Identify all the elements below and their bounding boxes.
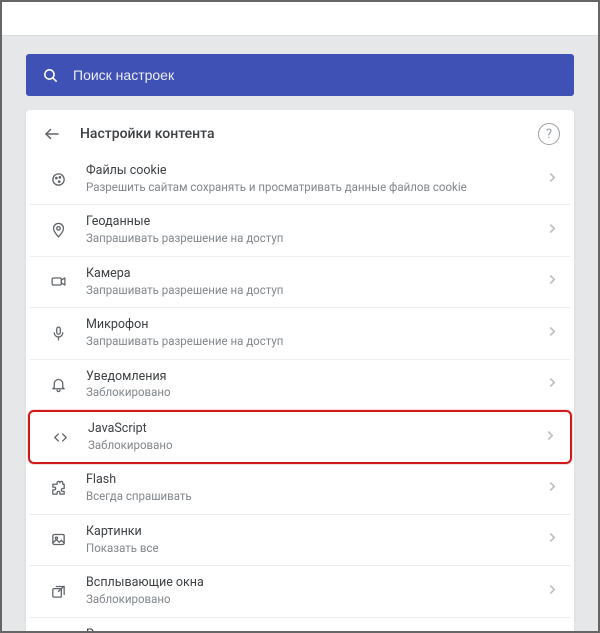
settings-row-code[interactable]: JavaScript Заблокировано: [28, 410, 572, 464]
row-title: Картинки: [86, 524, 541, 541]
row-subtitle: Запрашивать разрешение на доступ: [86, 283, 541, 299]
row-subtitle: Разрешить сайтам сохранять и просматрива…: [86, 180, 541, 196]
chevron-right-icon: [549, 172, 556, 187]
row-subtitle: Запрашивать разрешение на доступ: [86, 231, 541, 247]
settings-row-puzzle[interactable]: Flash Всегда спрашивать: [30, 463, 570, 514]
row-title: Flash: [86, 472, 541, 489]
row-title: Уведомления: [86, 369, 541, 386]
row-subtitle: Запрашивать разрешение на доступ: [86, 334, 541, 350]
row-text: Реклама Заблокировано на сайтах, на кото…: [86, 627, 541, 631]
row-text: Flash Всегда спрашивать: [86, 472, 541, 504]
settings-row-image[interactable]: Картинки Показать все: [30, 515, 570, 566]
row-text: Микрофон Запрашивать разрешение на досту…: [86, 317, 541, 349]
help-icon: ?: [546, 127, 552, 142]
help-button[interactable]: ?: [538, 123, 560, 145]
chevron-right-icon: [549, 584, 556, 599]
settings-row-popup[interactable]: Всплывающие окна Заблокировано: [30, 566, 570, 617]
mic-icon: [44, 319, 72, 347]
ads-icon: [44, 629, 72, 631]
chevron-right-icon: [549, 377, 556, 392]
chevron-right-icon: [547, 430, 554, 445]
bell-icon: [44, 371, 72, 399]
row-text: Файлы cookie Разрешить сайтам сохранять …: [86, 163, 541, 195]
back-button[interactable]: [40, 122, 64, 146]
settings-row-cookie[interactable]: Файлы cookie Разрешить сайтам сохранять …: [30, 154, 570, 205]
row-text: Картинки Показать все: [86, 524, 541, 556]
code-icon: [46, 423, 74, 451]
row-title: JavaScript: [88, 421, 539, 438]
settings-row-bell[interactable]: Уведомления Заблокировано: [30, 360, 570, 411]
search-icon: [42, 67, 59, 84]
search-input[interactable]: [73, 67, 558, 83]
cookie-icon: [44, 165, 72, 193]
row-text: Камера Запрашивать разрешение на доступ: [86, 266, 541, 298]
settings-viewport: Настройки контента ? Файлы cookie Разреш…: [2, 36, 598, 631]
row-title: Геоданные: [86, 214, 541, 231]
content-settings-card: Настройки контента ? Файлы cookie Разреш…: [26, 110, 574, 631]
page-title: Настройки контента: [80, 126, 538, 142]
row-subtitle: Всегда спрашивать: [86, 489, 541, 505]
camera-icon: [44, 268, 72, 296]
settings-row-ads[interactable]: Реклама Заблокировано на сайтах, на кото…: [30, 618, 570, 631]
row-title: Микрофон: [86, 317, 541, 334]
row-subtitle: Заблокировано: [86, 385, 541, 401]
popup-icon: [44, 577, 72, 605]
row-text: JavaScript Заблокировано: [88, 421, 539, 453]
settings-row-camera[interactable]: Камера Запрашивать разрешение на доступ: [30, 257, 570, 308]
row-title: Реклама: [86, 627, 541, 631]
arrow-left-icon: [43, 125, 61, 143]
row-title: Файлы cookie: [86, 163, 541, 180]
chevron-right-icon: [549, 532, 556, 547]
image-icon: [44, 526, 72, 554]
row-text: Всплывающие окна Заблокировано: [86, 575, 541, 607]
row-subtitle: Заблокировано: [88, 438, 539, 454]
settings-row-location[interactable]: Геоданные Запрашивать разрешение на дост…: [30, 205, 570, 256]
row-subtitle: Заблокировано: [86, 592, 541, 608]
settings-list: Файлы cookie Разрешить сайтам сохранять …: [26, 154, 574, 631]
search-bar[interactable]: [26, 54, 574, 96]
row-title: Всплывающие окна: [86, 575, 541, 592]
chevron-right-icon: [549, 481, 556, 496]
location-icon: [44, 217, 72, 245]
row-text: Геоданные Запрашивать разрешение на дост…: [86, 214, 541, 246]
card-header: Настройки контента ?: [26, 110, 574, 154]
settings-row-mic[interactable]: Микрофон Запрашивать разрешение на досту…: [30, 308, 570, 359]
row-text: Уведомления Заблокировано: [86, 369, 541, 401]
browser-top-strip: [2, 2, 598, 36]
chevron-right-icon: [549, 326, 556, 341]
row-subtitle: Показать все: [86, 541, 541, 557]
row-title: Камера: [86, 266, 541, 283]
chevron-right-icon: [549, 223, 556, 238]
chevron-right-icon: [549, 274, 556, 289]
browser-window: Настройки контента ? Файлы cookie Разреш…: [0, 0, 600, 633]
puzzle-icon: [44, 475, 72, 503]
